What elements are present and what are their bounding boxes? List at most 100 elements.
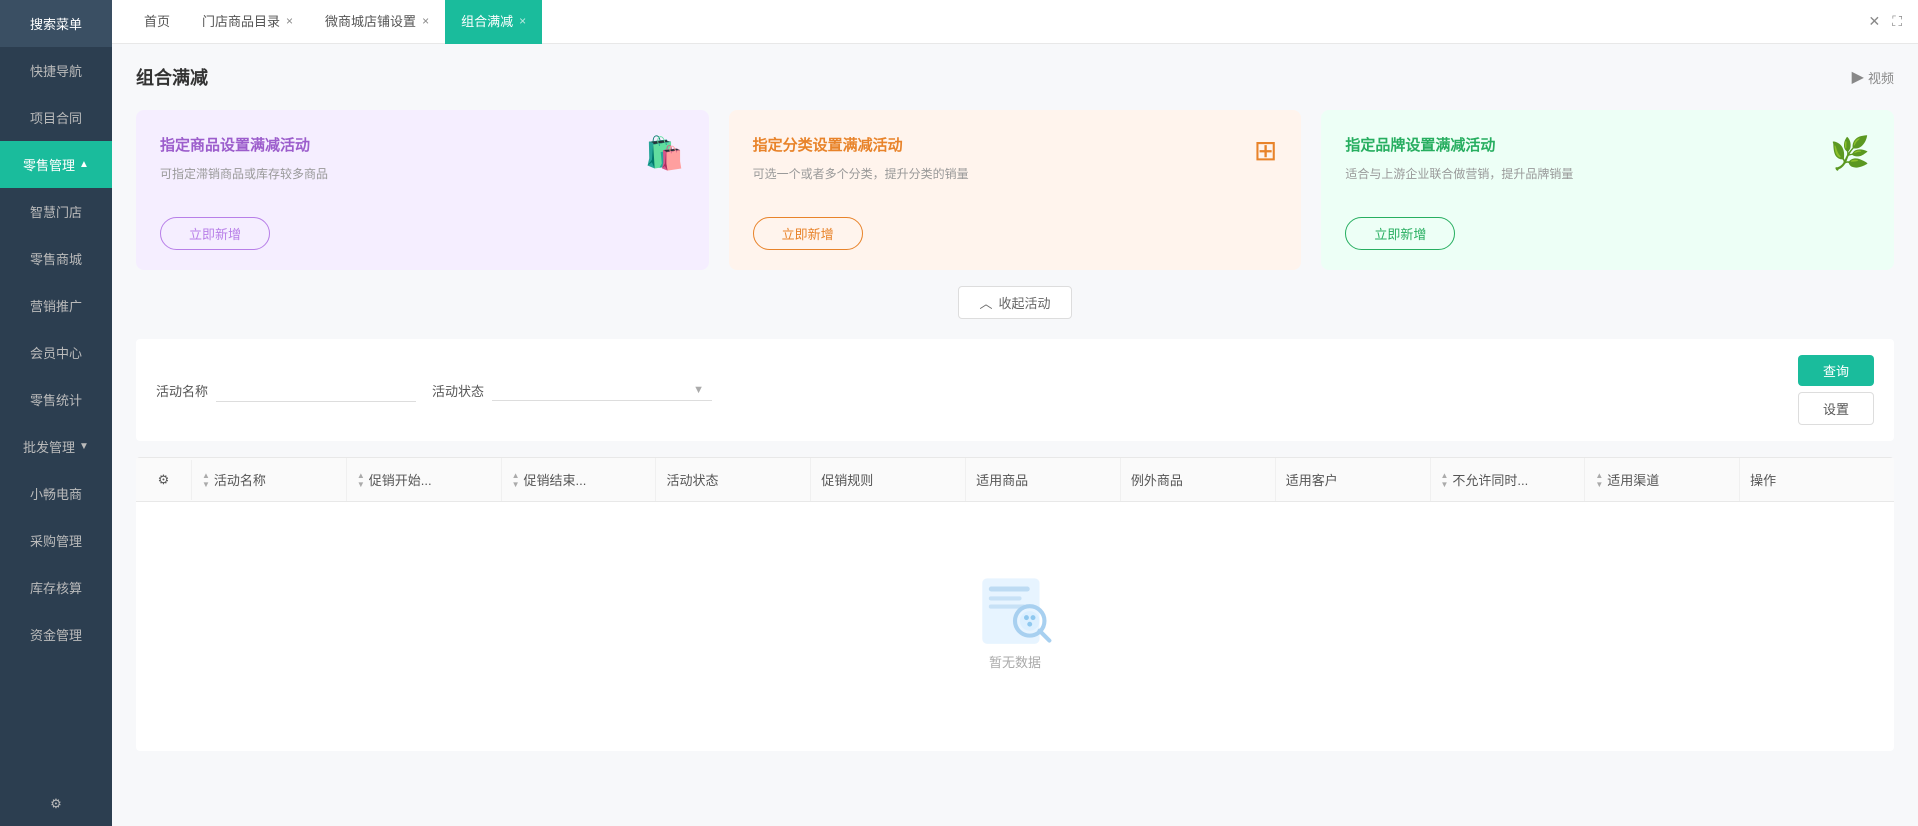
- card-brand-title: 指定品牌设置满减活动: [1345, 134, 1870, 155]
- activity-status-field: 活动状态 ▼: [432, 380, 712, 401]
- card-category-add-btn[interactable]: 立即新增: [753, 217, 863, 250]
- gear-icon: ⚙: [50, 796, 62, 811]
- video-label: 视频: [1868, 68, 1894, 87]
- activity-name-input[interactable]: [216, 378, 416, 402]
- sidebar-item-wholesale-mgmt[interactable]: 批发管理 ▼: [0, 423, 112, 470]
- sidebar-item-label: 批发管理: [23, 437, 75, 456]
- sidebar-item-retail-mgmt[interactable]: 零售管理 ▲: [0, 141, 112, 188]
- sidebar-item-quick-nav[interactable]: 快捷导航: [0, 47, 112, 94]
- leaf-icon: 🌿: [1830, 134, 1870, 172]
- play-circle-icon: ▶: [1852, 67, 1864, 87]
- query-button[interactable]: 查询: [1798, 355, 1874, 386]
- activity-name-field: 活动名称: [156, 378, 416, 402]
- table-empty-state: 暂无数据: [136, 502, 1894, 751]
- th-exception-goods: 例外商品: [1121, 458, 1276, 501]
- sidebar-item-label: 智慧门店: [30, 205, 82, 220]
- sidebar-item-xiaochangec[interactable]: 小畅电商: [0, 470, 112, 517]
- tab-combo-discount-label: 组合满减: [461, 11, 513, 30]
- th-operation-label: 操作: [1750, 470, 1776, 489]
- sidebar-item-label: 快捷导航: [30, 64, 82, 79]
- sidebar-item-finance[interactable]: 资金管理: [0, 611, 112, 658]
- search-actions: 查询 设置: [1798, 355, 1874, 425]
- tab-mini-shop-close[interactable]: ×: [422, 14, 429, 28]
- th-no-overlap-label: 不允许同时...: [1452, 470, 1528, 489]
- sort-icon-3[interactable]: ▲▼: [512, 471, 520, 489]
- tab-bar-controls: ✕ ⛶: [1868, 13, 1902, 30]
- grid-icon: ⊞: [1254, 134, 1277, 167]
- tab-store-catalog-close[interactable]: ×: [286, 14, 293, 28]
- sidebar-item-member-center[interactable]: 会员中心: [0, 329, 112, 376]
- th-promo-end: ▲▼ 促销结束...: [502, 458, 657, 501]
- chevron-up-icon: ︿: [979, 293, 992, 312]
- th-gear[interactable]: ⚙: [136, 460, 192, 500]
- card-category-title: 指定分类设置满减活动: [753, 134, 1278, 155]
- sidebar-item-label: 项目合同: [30, 111, 82, 126]
- sidebar-item-label: 资金管理: [30, 628, 82, 643]
- activity-name-label: 活动名称: [156, 381, 208, 400]
- sidebar-item-label: 零售管理: [23, 155, 75, 174]
- th-operation: 操作: [1740, 458, 1894, 501]
- settings-icon-btn[interactable]: ⚙: [0, 782, 112, 826]
- sidebar-item-label: 库存核算: [30, 581, 82, 596]
- expand-icon[interactable]: ⛶: [1892, 13, 1902, 30]
- card-category-desc: 可选一个或者多个分类，提升分类的销量: [753, 165, 1278, 197]
- close-window-icon[interactable]: ✕: [1868, 13, 1880, 30]
- activity-status-select[interactable]: ▼: [492, 380, 712, 401]
- page-header: 组合满减 ▶ 视频: [136, 64, 1894, 90]
- th-applicable-goods-label: 适用商品: [976, 470, 1028, 489]
- video-link[interactable]: ▶ 视频: [1852, 67, 1894, 87]
- sidebar-item-retail-stats[interactable]: 零售统计: [0, 376, 112, 423]
- bag-icon: 🛍️: [645, 134, 685, 172]
- sidebar-item-label: 零售商城: [30, 252, 82, 267]
- tab-combo-discount-close[interactable]: ×: [519, 14, 526, 28]
- th-exception-goods-label: 例外商品: [1131, 470, 1183, 489]
- sidebar-item-purchase-mgmt[interactable]: 采购管理: [0, 517, 112, 564]
- tab-mini-shop-settings[interactable]: 微商城店铺设置 ×: [309, 0, 445, 44]
- card-product-desc: 可指定滞销商品或库存较多商品: [160, 165, 685, 197]
- th-activity-name: ▲▼ 活动名称: [192, 458, 347, 501]
- chevron-up-icon: ▲: [79, 159, 89, 170]
- collapse-bar: ︿ 收起活动: [136, 286, 1894, 319]
- tab-store-catalog[interactable]: 门店商品目录 ×: [186, 0, 309, 44]
- sidebar-item-label: 搜索菜单: [30, 17, 82, 32]
- data-table: ⚙ ▲▼ 活动名称 ▲▼ 促销开始... ▲▼ 促销结束... 活动状态: [136, 457, 1894, 751]
- th-promo-start-label: 促销开始...: [369, 470, 432, 489]
- th-promo-start: ▲▼ 促销开始...: [347, 458, 502, 501]
- main-area: 首页 门店商品目录 × 微商城店铺设置 × 组合满减 × ✕ ⛶ 组合满减 ▶ …: [112, 0, 1918, 826]
- tab-home-label: 首页: [144, 11, 170, 30]
- sidebar-item-project-contract[interactable]: 项目合同: [0, 94, 112, 141]
- card-product: 指定商品设置满减活动 可指定滞销商品或库存较多商品 🛍️ 立即新增: [136, 110, 709, 270]
- sidebar-item-inventory[interactable]: 库存核算: [0, 564, 112, 611]
- collapse-label: 收起活动: [999, 293, 1051, 312]
- sort-icon[interactable]: ▲▼: [202, 471, 210, 489]
- th-promo-end-label: 促销结束...: [524, 470, 587, 489]
- tab-mini-shop-label: 微商城店铺设置: [325, 11, 416, 30]
- card-brand-add-btn[interactable]: 立即新增: [1345, 217, 1455, 250]
- sidebar-item-smart-store[interactable]: 智慧门店: [0, 188, 112, 235]
- sidebar-item-marketing[interactable]: 营销推广: [0, 282, 112, 329]
- tab-store-catalog-label: 门店商品目录: [202, 11, 280, 30]
- sidebar: 搜索菜单 快捷导航 项目合同 零售管理 ▲ 智慧门店 零售商城 营销推广 会员中…: [0, 0, 112, 826]
- tab-home[interactable]: 首页: [128, 0, 186, 44]
- sidebar-item-retail-mall[interactable]: 零售商城: [0, 235, 112, 282]
- sort-icon-2[interactable]: ▲▼: [357, 471, 365, 489]
- settings-button[interactable]: 设置: [1798, 392, 1874, 425]
- th-applicable-customer: 适用客户: [1276, 458, 1431, 501]
- tab-combo-discount[interactable]: 组合满减 ×: [445, 0, 542, 44]
- sidebar-item-search-menu[interactable]: 搜索菜单: [0, 0, 112, 47]
- th-no-overlap: ▲▼ 不允许同时...: [1431, 458, 1586, 501]
- sidebar-item-label: 采购管理: [30, 534, 82, 549]
- sidebar-item-label: 零售统计: [30, 393, 82, 408]
- page-content: 组合满减 ▶ 视频 指定商品设置满减活动 可指定滞销商品或库存较多商品 🛍️ 立…: [112, 44, 1918, 826]
- card-brand-desc: 适合与上游企业联合做营销，提升品牌销量: [1345, 165, 1870, 197]
- activity-status-label: 活动状态: [432, 381, 484, 400]
- collapse-activities-btn[interactable]: ︿ 收起活动: [958, 286, 1071, 319]
- card-product-title: 指定商品设置满减活动: [160, 134, 685, 155]
- card-product-add-btn[interactable]: 立即新增: [160, 217, 270, 250]
- empty-illustration: [965, 562, 1065, 652]
- sidebar-item-label: 小畅电商: [30, 487, 82, 502]
- sort-icon-5[interactable]: ▲▼: [1595, 471, 1603, 489]
- th-promo-rule-label: 促销规则: [821, 470, 873, 489]
- gear-icon: ⚙: [158, 472, 170, 488]
- sort-icon-4[interactable]: ▲▼: [1441, 471, 1449, 489]
